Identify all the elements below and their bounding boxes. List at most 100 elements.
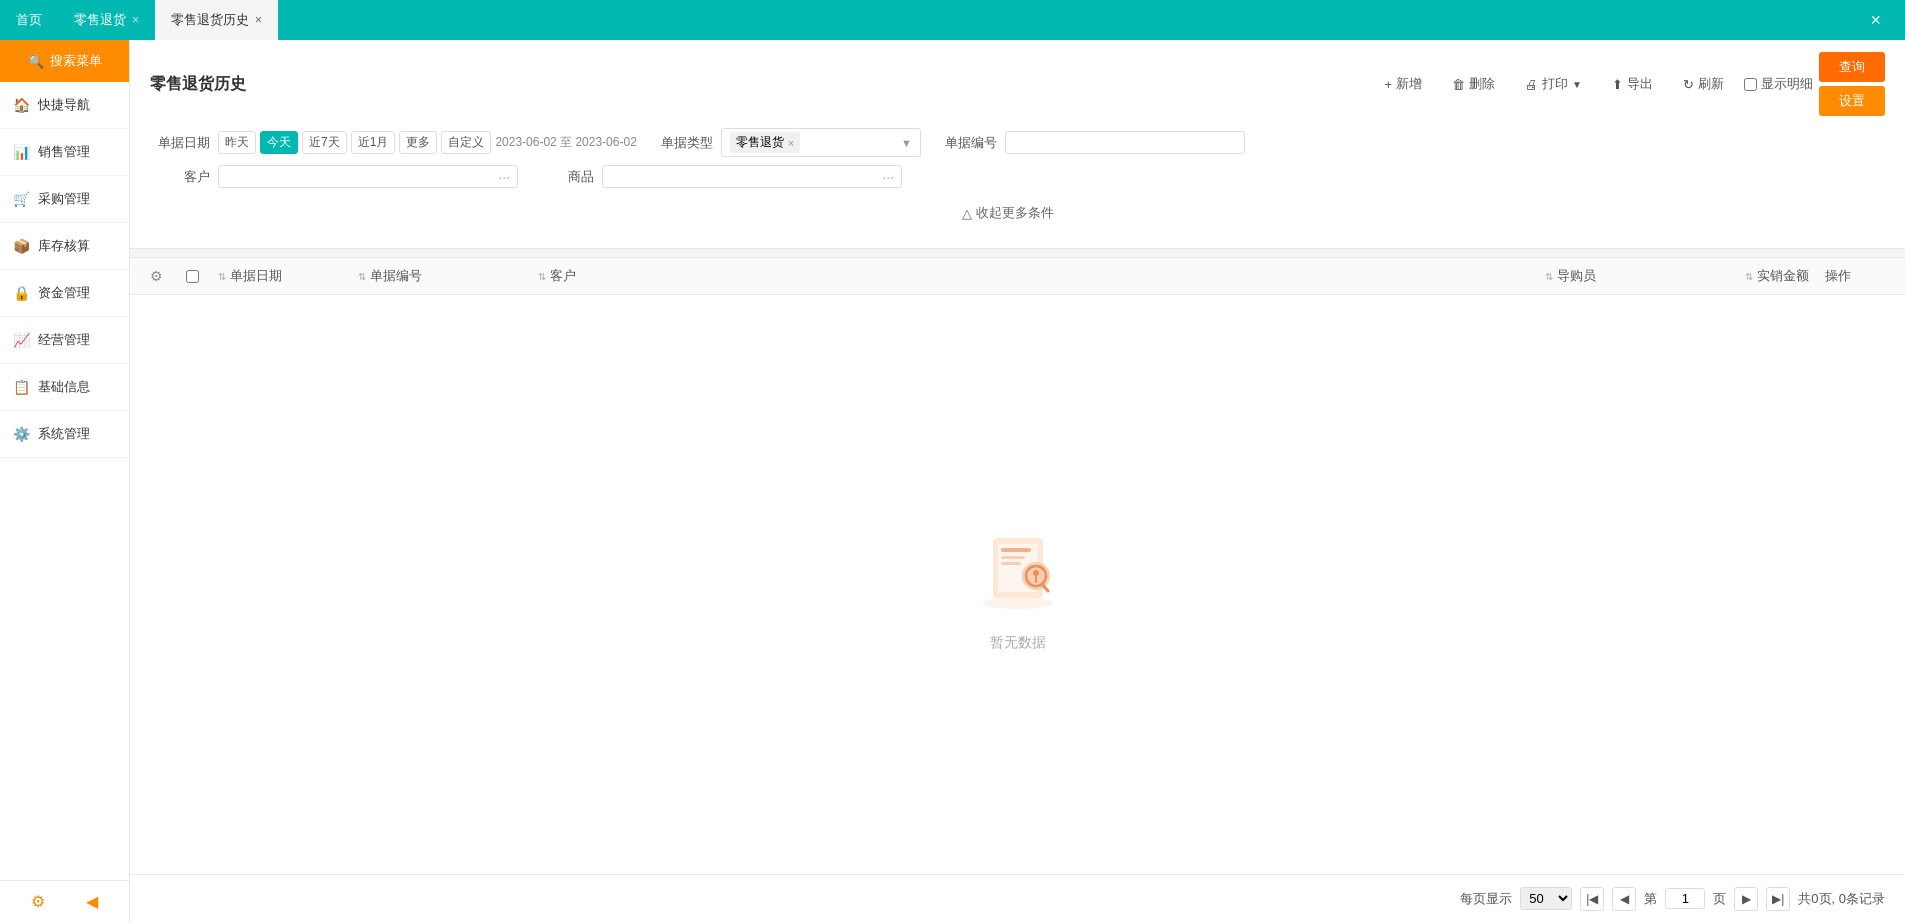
- query-button[interactable]: 查询: [1819, 52, 1885, 82]
- print-button[interactable]: 🖨 打印 ▼: [1515, 70, 1592, 98]
- page-next-btn[interactable]: ▶: [1734, 887, 1758, 911]
- svg-rect-4: [1001, 556, 1025, 559]
- empty-text: 暂无数据: [990, 634, 1046, 652]
- sidebar-item-system-label: 系统管理: [38, 425, 90, 443]
- purchase-icon: 🛒: [12, 190, 30, 208]
- tab-retail-return-history-label: 零售退货历史: [171, 11, 249, 29]
- date-yesterday[interactable]: 昨天: [218, 131, 256, 154]
- th-amount[interactable]: ⇅ 实销金额: [1677, 267, 1817, 285]
- window-close-btn[interactable]: ×: [1862, 6, 1889, 35]
- setting-button[interactable]: 设置: [1819, 86, 1885, 116]
- tab-retail-return-history-close[interactable]: ×: [255, 13, 262, 27]
- bill-no-input[interactable]: [1005, 131, 1245, 154]
- select-all-checkbox[interactable]: [186, 270, 199, 283]
- sidebar-item-operations-label: 经营管理: [38, 331, 90, 349]
- sidebar-search[interactable]: 🔍 搜索菜单: [0, 40, 129, 82]
- top-bar: 首页 零售退货 × 零售退货历史 × ×: [0, 0, 1905, 40]
- query-btns: 查询 设置: [1819, 52, 1885, 116]
- date-more[interactable]: 更多: [399, 131, 437, 154]
- goods-input-wrapper: ···: [602, 165, 902, 188]
- settings-icon: ⚙: [150, 268, 163, 284]
- billno-sort-icon: ⇅: [358, 271, 366, 282]
- print-icon: 🖨: [1525, 77, 1538, 92]
- page-title-bar: 零售退货历史 + 新增 🗑 删除 🖨 打印: [150, 52, 1885, 116]
- goods-filter: 商品 ···: [534, 165, 902, 188]
- settings-bottom-icon[interactable]: ⚙: [31, 892, 45, 911]
- page-header: 零售退货历史 + 新增 🗑 删除 🖨 打印: [130, 40, 1905, 249]
- export-label: 导出: [1627, 75, 1653, 93]
- date-1month[interactable]: 近1月: [351, 131, 396, 154]
- bill-type-tag-close[interactable]: ×: [788, 137, 794, 149]
- sidebar-item-finance[interactable]: 🔒 资金管理: [0, 270, 129, 317]
- date-group: 昨天 今天 近7天 近1月 更多 自定义 2023-06-02 至 2023-0…: [218, 131, 637, 154]
- filter-area: 单据日期 昨天 今天 近7天 近1月 更多 自定义 2023-06-02 至 2…: [150, 128, 1885, 248]
- amount-sort-icon: ⇅: [1745, 271, 1753, 282]
- delete-icon: 🗑: [1452, 77, 1465, 92]
- per-page-select[interactable]: 50 100 200: [1520, 887, 1572, 910]
- sidebar-item-sales[interactable]: 📊 销售管理: [0, 129, 129, 176]
- bill-type-tag: 零售退货 ×: [730, 132, 800, 153]
- page-last-btn[interactable]: ▶|: [1766, 887, 1790, 911]
- total-label: 共0页, 0条记录: [1798, 890, 1885, 908]
- show-detail-checkbox[interactable]: [1744, 78, 1757, 91]
- th-date[interactable]: ⇅ 单据日期: [210, 267, 350, 285]
- filter-row-1: 单据日期 昨天 今天 近7天 近1月 更多 自定义 2023-06-02 至 2…: [150, 128, 1865, 157]
- th-ops-label: 操作: [1825, 267, 1851, 285]
- customer-filter: 客户 ···: [150, 165, 518, 188]
- bill-no-label: 单据编号: [937, 134, 997, 152]
- th-billno-label: 单据编号: [370, 267, 422, 285]
- sidebar-item-purchase[interactable]: 🛒 采购管理: [0, 176, 129, 223]
- date-7days[interactable]: 近7天: [302, 131, 347, 154]
- th-checkbox[interactable]: [174, 270, 210, 283]
- goods-input[interactable]: [602, 165, 902, 188]
- sidebar-item-finance-label: 资金管理: [38, 284, 90, 302]
- refresh-button[interactable]: ↻ 刷新: [1673, 70, 1734, 98]
- th-guide[interactable]: ⇅ 导购员: [1537, 267, 1677, 285]
- collapse-button[interactable]: △ 收起更多条件: [950, 200, 1066, 226]
- th-guide-label: 导购员: [1557, 267, 1596, 285]
- new-button[interactable]: + 新增: [1375, 70, 1433, 98]
- date-custom[interactable]: 自定义: [441, 131, 491, 154]
- search-icon: 🔍: [28, 54, 44, 69]
- show-detail-checkbox-label[interactable]: 显示明细: [1744, 75, 1813, 93]
- print-arrow-icon: ▼: [1572, 79, 1582, 90]
- page-label: 页: [1713, 890, 1726, 908]
- date-filter: 单据日期 昨天 今天 近7天 近1月 更多 自定义 2023-06-02 至 2…: [150, 131, 637, 154]
- tab-home[interactable]: 首页: [0, 0, 58, 40]
- page-prev-btn[interactable]: ◀: [1612, 887, 1636, 911]
- tab-list: 首页 零售退货 × 零售退货历史 ×: [0, 0, 1862, 40]
- collapse-sidebar-icon[interactable]: ◀: [86, 892, 98, 911]
- topbar-right: ×: [1862, 6, 1905, 35]
- svg-point-0: [983, 597, 1053, 609]
- sidebar-item-operations[interactable]: 📈 经营管理: [0, 317, 129, 364]
- tab-retail-return[interactable]: 零售退货 ×: [58, 0, 155, 40]
- page-number-input[interactable]: [1665, 888, 1705, 909]
- svg-rect-3: [1001, 548, 1031, 552]
- th-customer[interactable]: ⇅ 客户: [530, 267, 1537, 285]
- customer-input[interactable]: [218, 165, 518, 188]
- th-settings[interactable]: ⚙: [138, 268, 174, 284]
- empty-state: 暂无数据: [130, 295, 1905, 874]
- sidebar-item-system[interactable]: ⚙️ 系统管理: [0, 411, 129, 458]
- goods-input-dots: ···: [882, 169, 894, 185]
- show-detail-label: 显示明细: [1761, 75, 1813, 93]
- tab-retail-return-close[interactable]: ×: [132, 13, 139, 27]
- page-first-btn[interactable]: |◀: [1580, 887, 1604, 911]
- date-today[interactable]: 今天: [260, 131, 298, 154]
- svg-rect-5: [1001, 562, 1021, 565]
- date-range-display: 2023-06-02 至 2023-06-02: [495, 134, 636, 151]
- tab-retail-return-history[interactable]: 零售退货历史 ×: [155, 0, 278, 40]
- th-billno[interactable]: ⇅ 单据编号: [350, 267, 530, 285]
- toolbar: + 新增 🗑 删除 🖨 打印 ▼ ⬆: [1375, 70, 1814, 98]
- bill-type-select[interactable]: 零售退货 × ▼: [721, 128, 921, 157]
- sidebar-item-inventory[interactable]: 📦 库存核算: [0, 223, 129, 270]
- bill-type-filter: 单据类型 零售退货 × ▼: [653, 128, 921, 157]
- print-label: 打印: [1542, 75, 1568, 93]
- sidebar-item-basics[interactable]: 📋 基础信息: [0, 364, 129, 411]
- page-title: 零售退货历史: [150, 74, 246, 95]
- tab-retail-return-label: 零售退货: [74, 11, 126, 29]
- export-button[interactable]: ⬆ 导出: [1602, 70, 1663, 98]
- sidebar-item-quick-nav[interactable]: 🏠 快捷导航: [0, 82, 129, 129]
- bill-type-arrow-icon: ▼: [901, 137, 912, 149]
- delete-button[interactable]: 🗑 删除: [1442, 70, 1505, 98]
